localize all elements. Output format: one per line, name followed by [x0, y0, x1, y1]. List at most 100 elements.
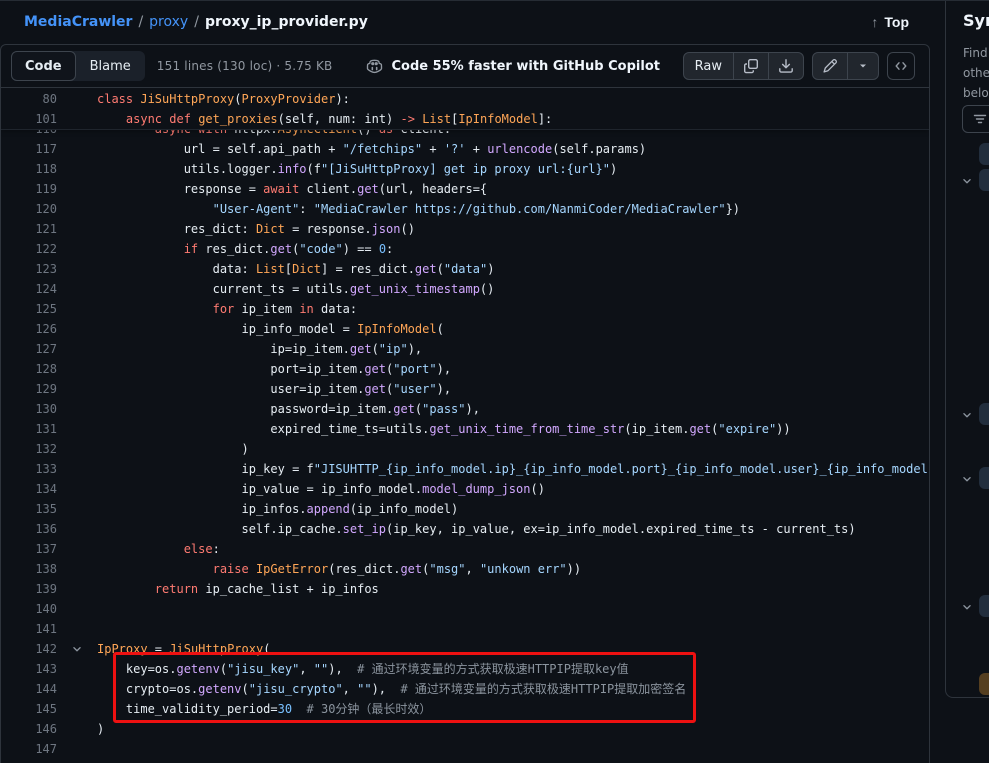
code-line: 122 if res_dict.get("code") == 0: — [1, 239, 929, 259]
line-number[interactable]: 122 — [1, 239, 57, 259]
gutter-spacer — [57, 109, 97, 129]
line-number[interactable]: 140 — [1, 599, 57, 619]
download-button[interactable] — [768, 53, 803, 79]
chevron-down-icon[interactable] — [960, 407, 974, 426]
gutter-spacer — [57, 379, 97, 399]
chevron-down-icon[interactable] — [960, 471, 974, 490]
line-number[interactable]: 130 — [1, 399, 57, 419]
edit-button[interactable] — [813, 53, 847, 79]
code-text: else: — [97, 539, 220, 559]
code-text: url = self.api_path + "/fetchips" + '?' … — [97, 139, 646, 159]
dropdown-caret-icon — [857, 60, 869, 72]
code-line: 121 res_dict: Dict = response.json() — [1, 219, 929, 239]
copilot-banner[interactable]: Code 55% faster with GitHub Copilot — [366, 58, 660, 75]
tab-blame[interactable]: Blame — [76, 51, 145, 81]
chevron-down-icon[interactable] — [960, 599, 974, 618]
gutter-spacer — [57, 199, 97, 219]
code-line: 127 ip=ip_item.get("ip"), — [1, 339, 929, 359]
line-number[interactable]: 133 — [1, 459, 57, 479]
code-symbols-icon — [893, 58, 909, 74]
filter-icon — [972, 111, 988, 127]
line-number[interactable]: 145 — [1, 699, 57, 719]
line-number[interactable]: 129 — [1, 379, 57, 399]
toolbar-actions: Raw — [683, 52, 919, 80]
line-number[interactable]: 117 — [1, 139, 57, 159]
line-number[interactable]: 128 — [1, 359, 57, 379]
gutter-spacer — [57, 399, 97, 419]
symbol-chip[interactable] — [979, 595, 989, 617]
gutter-spacer — [57, 659, 97, 679]
line-number[interactable]: 144 — [1, 679, 57, 699]
code-text: IpProxy = JiSuHttpProxy( — [97, 639, 270, 659]
breadcrumb-repo-link[interactable]: MediaCrawler — [24, 14, 132, 30]
gutter-spacer — [57, 219, 97, 239]
line-number[interactable]: 124 — [1, 279, 57, 299]
code-text: res_dict: Dict = response.json() — [97, 219, 415, 239]
symbol-chip[interactable] — [979, 403, 989, 425]
symbols-skeleton-item — [946, 595, 989, 617]
line-number[interactable]: 132 — [1, 439, 57, 459]
gutter-spacer — [57, 139, 97, 159]
code-line: 80class JiSuHttpProxy(ProxyProvider): — [1, 89, 929, 109]
line-number[interactable]: 127 — [1, 339, 57, 359]
breadcrumb-filename: proxy_ip_provider.py — [205, 14, 368, 30]
line-number[interactable]: 135 — [1, 499, 57, 519]
line-number[interactable]: 134 — [1, 479, 57, 499]
copilot-banner-text: Code 55% faster with GitHub Copilot — [391, 59, 660, 74]
copy-button[interactable] — [733, 53, 768, 79]
copilot-icon — [366, 58, 383, 75]
line-number[interactable]: 146 — [1, 719, 57, 739]
gutter-spacer — [57, 259, 97, 279]
symbols-filter-button[interactable] — [962, 105, 989, 133]
symbols-panel: Sym Find other below — [945, 0, 989, 698]
code-line: 137 else: — [1, 539, 929, 559]
line-number[interactable]: 136 — [1, 519, 57, 539]
code-line: 128 port=ip_item.get("port"), — [1, 359, 929, 379]
line-number[interactable]: 137 — [1, 539, 57, 559]
line-number[interactable]: 119 — [1, 179, 57, 199]
edit-dropdown-button[interactable] — [847, 53, 878, 79]
code-lines: 116 async with httpx.AsyncClient() as cl… — [1, 89, 929, 759]
symbol-chip[interactable] — [979, 467, 989, 489]
line-number[interactable]: 147 — [1, 739, 57, 759]
symbol-chip[interactable] — [979, 673, 989, 695]
symbols-pane-toggle-button[interactable] — [887, 52, 915, 80]
line-number[interactable]: 142 — [1, 639, 57, 659]
file-container: Code Blame 151 lines (130 loc) · 5.75 KB… — [0, 44, 930, 763]
raw-button[interactable]: Raw — [684, 53, 733, 79]
line-number[interactable]: 80 — [1, 89, 57, 109]
breadcrumb-folder-link[interactable]: proxy — [149, 14, 188, 30]
line-number[interactable]: 121 — [1, 219, 57, 239]
copy-icon — [743, 58, 759, 74]
fold-chevron-icon[interactable] — [57, 639, 97, 659]
symbol-chip[interactable] — [979, 169, 989, 191]
code-line: 141 — [1, 619, 929, 639]
code-text: return ip_cache_list + ip_infos — [97, 579, 379, 599]
line-number[interactable]: 141 — [1, 619, 57, 639]
tab-code[interactable]: Code — [11, 51, 76, 81]
code-line: 146) — [1, 719, 929, 739]
code-text: ip_infos.append(ip_info_model) — [97, 499, 458, 519]
chevron-down-icon[interactable] — [960, 173, 974, 192]
line-number[interactable]: 143 — [1, 659, 57, 679]
code-line: 142 IpProxy = JiSuHttpProxy( — [1, 639, 929, 659]
line-number[interactable]: 120 — [1, 199, 57, 219]
line-number[interactable]: 118 — [1, 159, 57, 179]
line-number[interactable]: 125 — [1, 299, 57, 319]
line-number[interactable]: 138 — [1, 559, 57, 579]
line-number[interactable]: 123 — [1, 259, 57, 279]
code-line: 131 expired_time_ts=utils.get_unix_time_… — [1, 419, 929, 439]
line-number[interactable]: 131 — [1, 419, 57, 439]
line-number[interactable]: 126 — [1, 319, 57, 339]
code-text: user=ip_item.get("user"), — [97, 379, 451, 399]
symbol-chip[interactable] — [979, 143, 989, 165]
gutter-spacer — [57, 339, 97, 359]
code-text: expired_time_ts=utils.get_unix_time_from… — [97, 419, 791, 439]
scroll-to-top-button[interactable]: ↑ Top — [871, 14, 909, 30]
code-text: password=ip_item.get("pass"), — [97, 399, 480, 419]
breadcrumb-separator: / — [138, 14, 143, 30]
line-number[interactable]: 139 — [1, 579, 57, 599]
code-line: 134 ip_value = ip_info_model.model_dump_… — [1, 479, 929, 499]
line-number[interactable]: 101 — [1, 109, 57, 129]
gutter-spacer — [57, 319, 97, 339]
